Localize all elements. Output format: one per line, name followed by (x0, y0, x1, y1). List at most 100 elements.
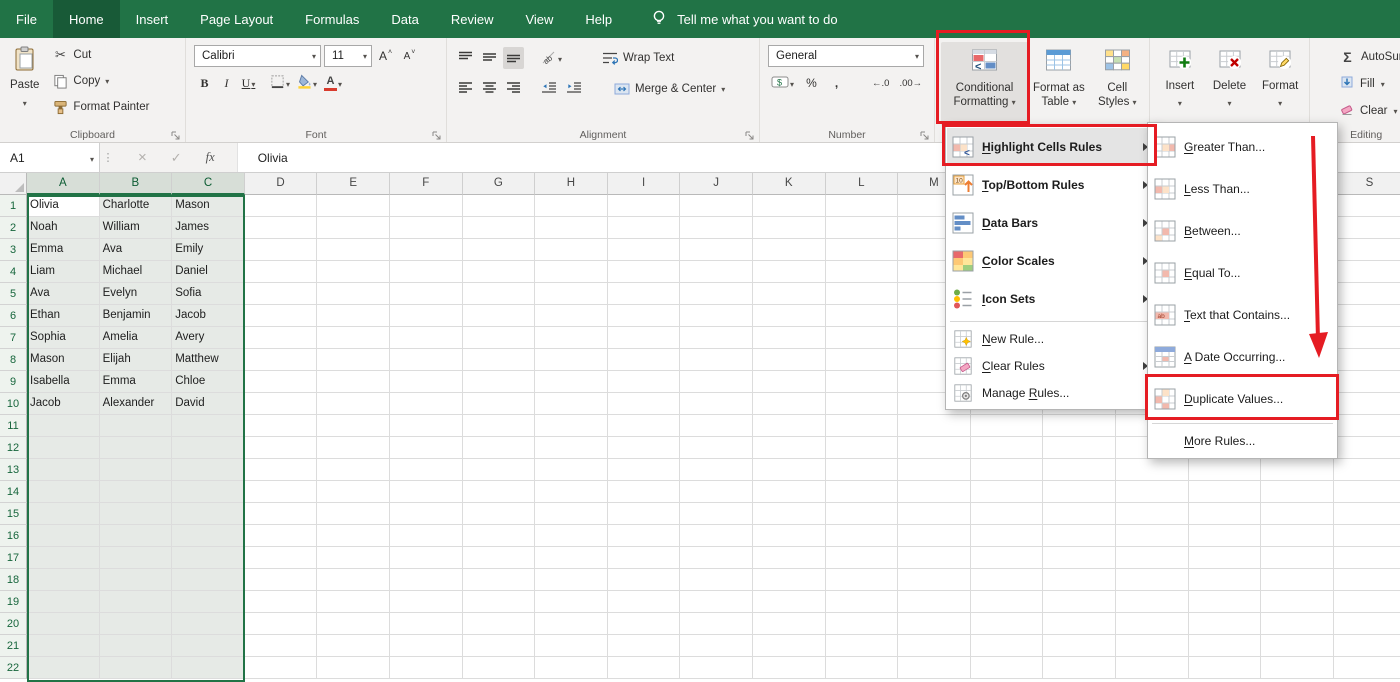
cell-B4[interactable]: Michael (100, 261, 173, 283)
top-align-button[interactable] (455, 47, 476, 69)
cell-R18[interactable] (1261, 569, 1334, 591)
cell-C13[interactable] (172, 459, 245, 481)
cut-button[interactable]: ✂ Cut (47, 42, 154, 68)
cell-F2[interactable] (390, 217, 463, 239)
cell-C20[interactable] (172, 613, 245, 635)
cell-B14[interactable] (100, 481, 173, 503)
cell-R16[interactable] (1261, 525, 1334, 547)
format-painter-button[interactable]: Format Painter (47, 94, 154, 120)
cell-P22[interactable] (1116, 657, 1189, 679)
cell-G9[interactable] (463, 371, 536, 393)
cell-K22[interactable] (753, 657, 826, 679)
cell-B11[interactable] (100, 415, 173, 437)
cell-H3[interactable] (535, 239, 608, 261)
cell-F20[interactable] (390, 613, 463, 635)
menu-item-top-bottom-rules[interactable]: 10Top/Bottom Rules (947, 166, 1155, 204)
cell-B7[interactable]: Amelia (100, 327, 173, 349)
cell-B17[interactable] (100, 547, 173, 569)
cell-E10[interactable] (317, 393, 390, 415)
underline-button[interactable]: U (238, 72, 259, 94)
cell-C14[interactable] (172, 481, 245, 503)
cell-H1[interactable] (535, 195, 608, 217)
name-box[interactable]: A1 (0, 143, 100, 172)
cell-L14[interactable] (826, 481, 899, 503)
cell-I14[interactable] (608, 481, 681, 503)
cell-H15[interactable] (535, 503, 608, 525)
cell-S19[interactable] (1334, 591, 1400, 613)
cell-H8[interactable] (535, 349, 608, 371)
cell-Q22[interactable] (1189, 657, 1262, 679)
row-header-10[interactable]: 10 (0, 393, 27, 415)
cell-G2[interactable] (463, 217, 536, 239)
cell-I15[interactable] (608, 503, 681, 525)
cell-D3[interactable] (245, 239, 318, 261)
cell-F10[interactable] (390, 393, 463, 415)
menu-item-equal-to[interactable]: Equal To... (1149, 252, 1336, 294)
cell-F12[interactable] (390, 437, 463, 459)
cell-I22[interactable] (608, 657, 681, 679)
cell-P21[interactable] (1116, 635, 1189, 657)
cell-J19[interactable] (680, 591, 753, 613)
cell-E21[interactable] (317, 635, 390, 657)
cell-F18[interactable] (390, 569, 463, 591)
cell-J16[interactable] (680, 525, 753, 547)
cell-S20[interactable] (1334, 613, 1400, 635)
row-header-15[interactable]: 15 (0, 503, 27, 525)
cell-K9[interactable] (753, 371, 826, 393)
column-header-F[interactable]: F (390, 173, 463, 195)
row-header-18[interactable]: 18 (0, 569, 27, 591)
cell-S3[interactable] (1334, 239, 1400, 261)
enter-icon[interactable]: ✓ (171, 150, 182, 166)
cell-I13[interactable] (608, 459, 681, 481)
cell-B9[interactable]: Emma (100, 371, 173, 393)
cell-S18[interactable] (1334, 569, 1400, 591)
cell-Q19[interactable] (1189, 591, 1262, 613)
cell-F19[interactable] (390, 591, 463, 613)
cell-J9[interactable] (680, 371, 753, 393)
cell-K14[interactable] (753, 481, 826, 503)
cell-J13[interactable] (680, 459, 753, 481)
cell-E20[interactable] (317, 613, 390, 635)
cell-C22[interactable] (172, 657, 245, 679)
cell-J15[interactable] (680, 503, 753, 525)
cell-B21[interactable] (100, 635, 173, 657)
cell-M19[interactable] (898, 591, 971, 613)
menu-item-highlight-cells-rules[interactable]: <Highlight Cells Rules (947, 128, 1155, 166)
cell-J10[interactable] (680, 393, 753, 415)
cell-L20[interactable] (826, 613, 899, 635)
cell-I17[interactable] (608, 547, 681, 569)
cell-K15[interactable] (753, 503, 826, 525)
increase-decimal-button[interactable]: ←.0 (869, 72, 892, 94)
orientation-button[interactable]: ab (538, 47, 565, 69)
cell-H19[interactable] (535, 591, 608, 613)
cell-A22[interactable] (27, 657, 100, 679)
cell-E18[interactable] (317, 569, 390, 591)
cell-O14[interactable] (1043, 481, 1116, 503)
row-header-8[interactable]: 8 (0, 349, 27, 371)
cell-E5[interactable] (317, 283, 390, 305)
bottom-align-button[interactable] (503, 47, 524, 69)
cell-S9[interactable] (1334, 371, 1400, 393)
cell-P14[interactable] (1116, 481, 1189, 503)
cell-A13[interactable] (27, 459, 100, 481)
row-header-2[interactable]: 2 (0, 217, 27, 239)
cell-L19[interactable] (826, 591, 899, 613)
cell-E8[interactable] (317, 349, 390, 371)
menu-item-less-than[interactable]: Less Than... (1149, 168, 1336, 210)
cell-K11[interactable] (753, 415, 826, 437)
cell-H11[interactable] (535, 415, 608, 437)
cell-C1[interactable]: Mason (172, 195, 245, 217)
cell-P13[interactable] (1116, 459, 1189, 481)
cell-G19[interactable] (463, 591, 536, 613)
cell-C17[interactable] (172, 547, 245, 569)
cell-E1[interactable] (317, 195, 390, 217)
cell-G14[interactable] (463, 481, 536, 503)
cell-C15[interactable] (172, 503, 245, 525)
cell-H20[interactable] (535, 613, 608, 635)
cell-B12[interactable] (100, 437, 173, 459)
cell-B16[interactable] (100, 525, 173, 547)
cell-Q21[interactable] (1189, 635, 1262, 657)
column-header-I[interactable]: I (608, 173, 681, 195)
cell-C8[interactable]: Matthew (172, 349, 245, 371)
cell-J17[interactable] (680, 547, 753, 569)
